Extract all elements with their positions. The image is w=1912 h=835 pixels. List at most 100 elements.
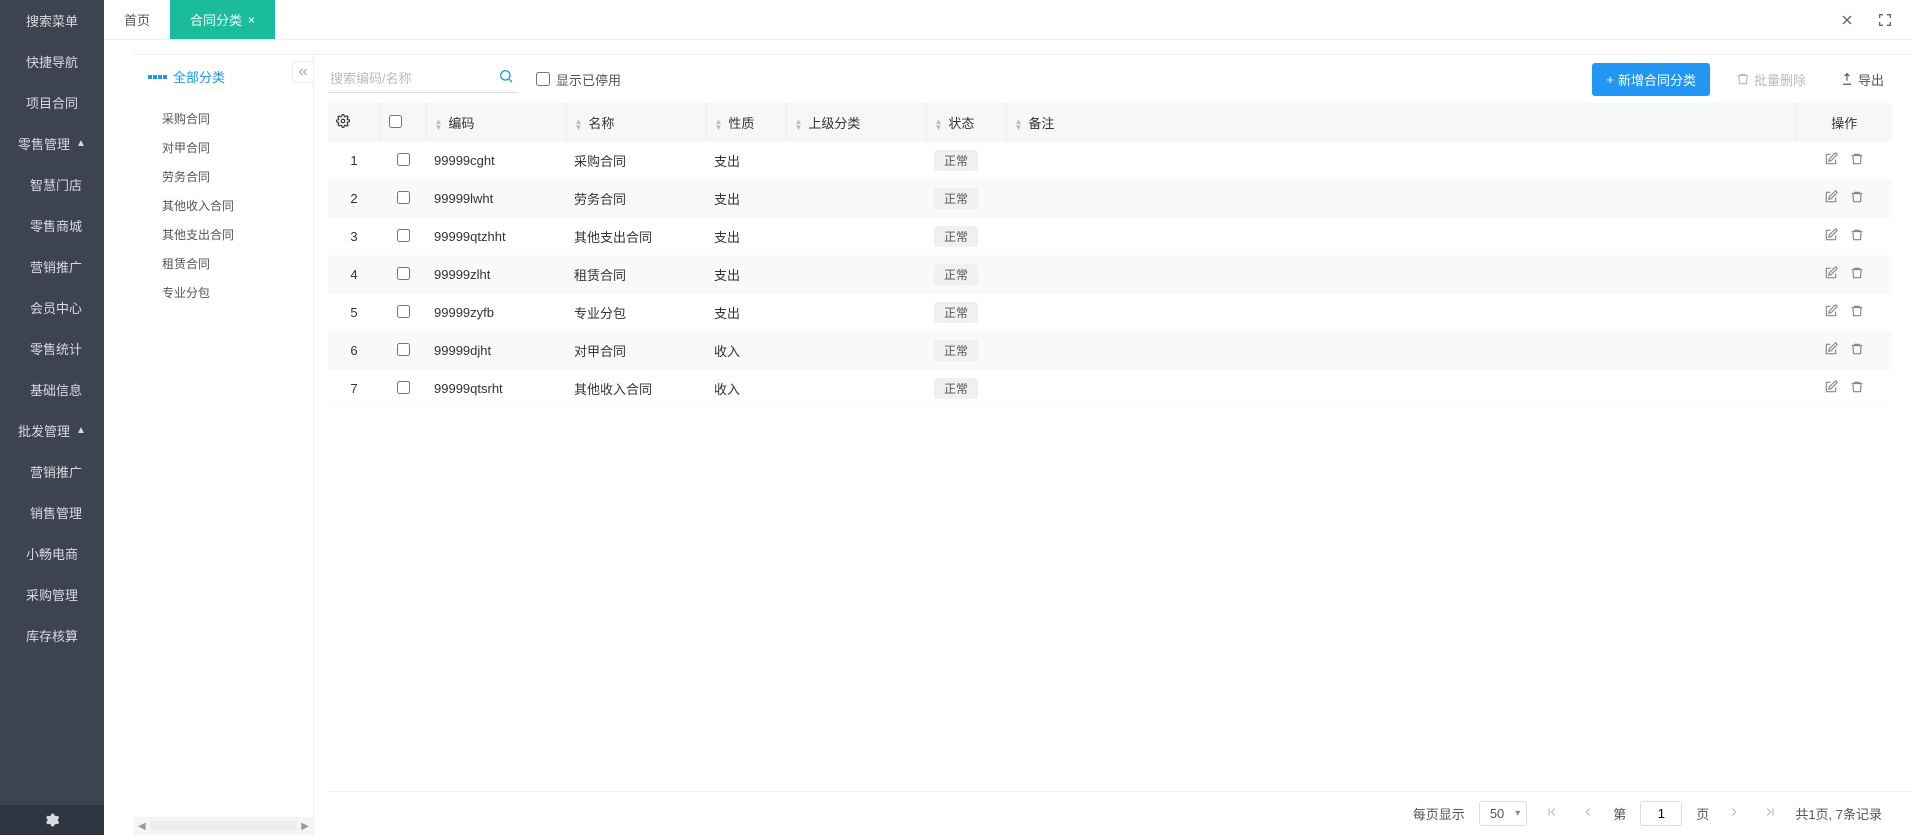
- delete-button[interactable]: [1850, 192, 1864, 207]
- tree-item-2[interactable]: 劳务合同: [162, 162, 313, 191]
- sidebar-item-15[interactable]: 库存核算: [0, 615, 104, 656]
- sidebar-item-1[interactable]: 快捷导航: [0, 41, 104, 82]
- row-checkbox[interactable]: [397, 305, 410, 318]
- sidebar-item-2[interactable]: 项目合同: [0, 82, 104, 123]
- pager: 每页显示 50 ▾ 第 页: [328, 791, 1912, 835]
- fullscreen-button[interactable]: [1872, 7, 1898, 33]
- sidebar-settings[interactable]: [0, 805, 104, 835]
- tab-1[interactable]: 合同分类 ×: [170, 0, 275, 39]
- close-icon[interactable]: ×: [248, 13, 255, 27]
- tree-item-3[interactable]: 其他收入合同: [162, 191, 313, 220]
- edit-button[interactable]: [1824, 154, 1838, 169]
- delete-button[interactable]: [1850, 382, 1864, 397]
- sidebar-item-10[interactable]: 批发管理▲: [0, 410, 104, 451]
- select-all-checkbox[interactable]: [389, 115, 402, 128]
- chevron-up-icon: ▲: [76, 425, 86, 436]
- col-remark[interactable]: ▲▼备注: [1006, 103, 1796, 142]
- sidebar-item-label: 零售商城: [30, 216, 82, 235]
- add-category-label: 新增合同分类: [1618, 70, 1696, 89]
- cell-parent: [786, 256, 926, 294]
- search-input[interactable]: [328, 65, 518, 93]
- tab-0[interactable]: 首页: [104, 0, 170, 39]
- close-all-tabs-button[interactable]: [1834, 7, 1860, 33]
- edit-button[interactable]: [1824, 192, 1838, 207]
- sidebar-item-8[interactable]: 零售统计: [0, 328, 104, 369]
- sidebar-item-0[interactable]: 搜索菜单: [0, 0, 104, 41]
- tree-item-6[interactable]: 专业分包: [162, 278, 313, 307]
- delete-button[interactable]: [1850, 268, 1864, 283]
- edit-button[interactable]: [1824, 344, 1838, 359]
- add-category-button[interactable]: + 新增合同分类: [1592, 63, 1710, 96]
- tree-horizontal-scrollbar[interactable]: ◀ ▶: [134, 817, 313, 835]
- sidebar-item-label: 销售管理: [30, 503, 82, 522]
- delete-button[interactable]: [1850, 344, 1864, 359]
- delete-button[interactable]: [1850, 306, 1864, 321]
- delete-button[interactable]: [1850, 230, 1864, 245]
- cell-remark: [1006, 256, 1796, 294]
- prev-page-button[interactable]: [1577, 801, 1599, 826]
- col-parent[interactable]: ▲▼上级分类: [786, 103, 926, 142]
- first-page-button[interactable]: [1541, 801, 1563, 826]
- last-page-button[interactable]: [1759, 801, 1781, 826]
- tree-item-1[interactable]: 对甲合同: [162, 133, 313, 162]
- tab-label: 合同分类: [190, 10, 242, 29]
- sidebar-item-3[interactable]: 零售管理▲: [0, 123, 104, 164]
- sidebar-item-label: 小畅电商: [26, 544, 78, 563]
- sidebar-item-9[interactable]: 基础信息: [0, 369, 104, 410]
- cell-parent: [786, 142, 926, 180]
- select-all-header[interactable]: [380, 103, 426, 142]
- scroll-right-icon[interactable]: ▶: [301, 821, 309, 832]
- right-pane: 显示已停用 + 新增合同分类 批量删除 导出: [314, 54, 1912, 835]
- sidebar-item-6[interactable]: 营销推广: [0, 246, 104, 287]
- show-disabled-checkbox[interactable]: 显示已停用: [536, 70, 621, 89]
- tree-item-4[interactable]: 其他支出合同: [162, 220, 313, 249]
- sidebar-item-14[interactable]: 采购管理: [0, 574, 104, 615]
- search-icon[interactable]: [498, 67, 514, 84]
- cell-name: 租赁合同: [566, 256, 706, 294]
- status-badge: 正常: [934, 264, 978, 285]
- sidebar-item-4[interactable]: 智慧门店: [0, 164, 104, 205]
- row-checkbox[interactable]: [397, 153, 410, 166]
- edit-button[interactable]: [1824, 382, 1838, 397]
- row-checkbox[interactable]: [397, 229, 410, 242]
- sidebar-item-12[interactable]: 销售管理: [0, 492, 104, 533]
- edit-button[interactable]: [1824, 268, 1838, 283]
- search-wrap: [328, 65, 518, 93]
- edit-button[interactable]: [1824, 230, 1838, 245]
- page-input[interactable]: [1640, 801, 1682, 826]
- sidebar-item-13[interactable]: 小畅电商: [0, 533, 104, 574]
- col-status[interactable]: ▲▼状态: [926, 103, 1006, 142]
- sidebar-item-7[interactable]: 会员中心: [0, 287, 104, 328]
- collapse-tree-button[interactable]: [292, 61, 314, 83]
- col-nature[interactable]: ▲▼性质: [706, 103, 786, 142]
- toolbar: 显示已停用 + 新增合同分类 批量删除 导出: [328, 55, 1912, 103]
- tree-item-0[interactable]: 采购合同: [162, 104, 313, 133]
- row-checkbox[interactable]: [397, 381, 410, 394]
- col-name[interactable]: ▲▼名称: [566, 103, 706, 142]
- column-settings-header[interactable]: [328, 103, 380, 142]
- row-checkbox[interactable]: [397, 343, 410, 356]
- row-checkbox[interactable]: [397, 191, 410, 204]
- sidebar-item-5[interactable]: 零售商城: [0, 205, 104, 246]
- tree-root[interactable]: 全部分类: [134, 59, 313, 94]
- scroll-left-icon[interactable]: ◀: [138, 821, 146, 832]
- edit-button[interactable]: [1824, 306, 1838, 321]
- sort-icon: ▲▼: [935, 119, 943, 131]
- col-code[interactable]: ▲▼编码: [426, 103, 566, 142]
- delete-button[interactable]: [1850, 154, 1864, 169]
- table-row: 599999zyfb专业分包支出正常: [328, 294, 1892, 332]
- sidebar-item-11[interactable]: 营销推广: [0, 451, 104, 492]
- status-badge: 正常: [934, 150, 978, 171]
- tree-item-5[interactable]: 租赁合同: [162, 249, 313, 278]
- next-page-button[interactable]: [1723, 801, 1745, 826]
- batch-delete-button[interactable]: 批量删除: [1728, 63, 1814, 96]
- cell-parent: [786, 294, 926, 332]
- scroll-track[interactable]: [150, 821, 298, 831]
- per-page-select[interactable]: 50 ▾: [1479, 801, 1527, 826]
- fullscreen-icon: [1877, 12, 1893, 28]
- export-button[interactable]: 导出: [1832, 63, 1892, 96]
- row-checkbox[interactable]: [397, 267, 410, 280]
- sort-icon: ▲▼: [715, 119, 723, 131]
- status-badge: 正常: [934, 340, 978, 361]
- show-disabled-input[interactable]: [536, 72, 550, 86]
